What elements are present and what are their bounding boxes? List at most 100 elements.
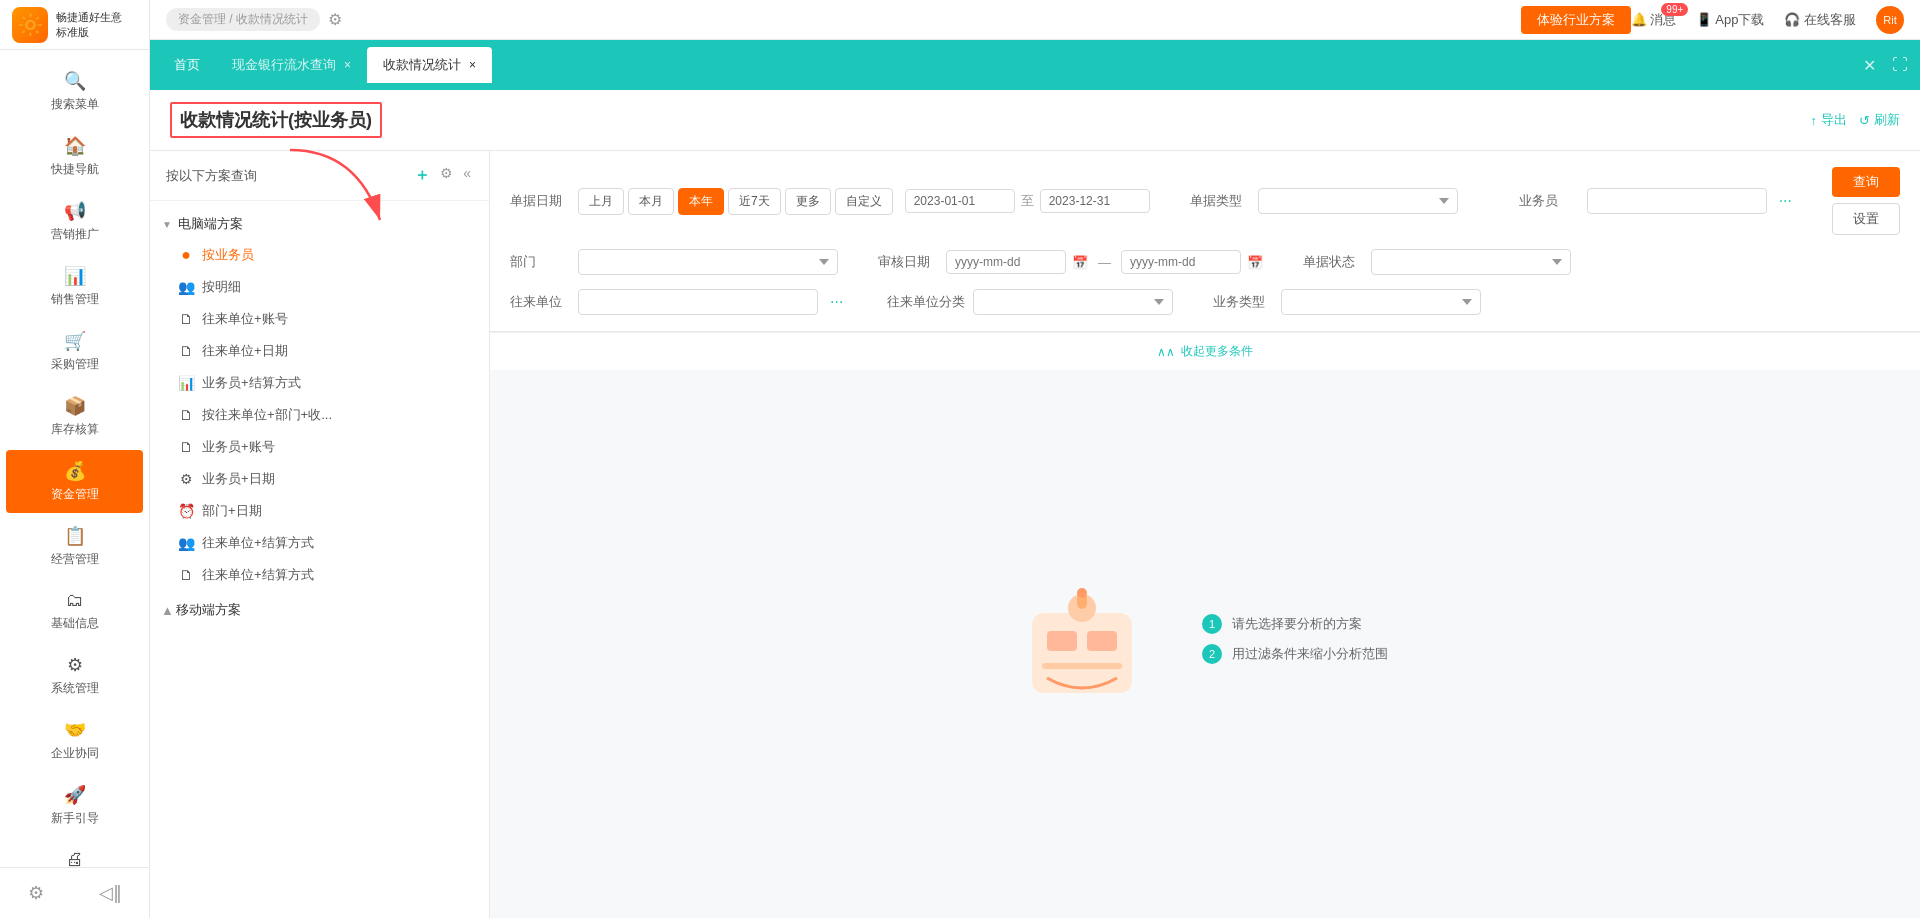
- export-icon: ↑: [1811, 113, 1818, 128]
- scheme-item-by-detail[interactable]: 👥 按明细: [150, 271, 489, 303]
- tab-bank[interactable]: 现金银行流水查询 ×: [216, 47, 367, 83]
- app-download-link[interactable]: 📱 App下载: [1696, 11, 1764, 29]
- staff-more-icon[interactable]: ···: [1779, 192, 1792, 210]
- svg-rect-0: [1032, 613, 1132, 693]
- basic-icon: 🗂: [66, 590, 84, 611]
- messages-button[interactable]: 🔔 消息 99+: [1631, 11, 1677, 29]
- query-button[interactable]: 查询: [1832, 167, 1900, 197]
- mobile-group-header[interactable]: ▶ 移动端方案: [150, 595, 489, 625]
- sidebar-item-guide[interactable]: 🚀 新手引导: [6, 774, 143, 837]
- audit-to-calendar-icon[interactable]: 📅: [1247, 255, 1263, 270]
- partner-category-select[interactable]: [973, 289, 1173, 315]
- tab-home[interactable]: 首页: [158, 47, 216, 83]
- sidebar-item-enterprise[interactable]: 🤝 企业协同: [6, 709, 143, 772]
- empty-bot-icon: [1022, 583, 1142, 703]
- date-this-month[interactable]: 本月: [628, 188, 674, 215]
- capital-icon: 💰: [64, 460, 86, 482]
- sales-icon: 📊: [64, 265, 86, 287]
- guide-icon: 🚀: [64, 784, 86, 806]
- window-maximize-icon[interactable]: ⛶: [1888, 52, 1912, 78]
- audit-from-input[interactable]: [946, 250, 1066, 274]
- filter-row-1: 单据日期 上月 本月 本年 近7天 更多 自定义 至: [510, 167, 1900, 235]
- scheme-item-label: 往来单位+日期: [202, 342, 288, 360]
- partner-settlement2-icon: 🗋: [178, 567, 194, 583]
- group-arrow-icon: ▼: [162, 219, 172, 230]
- voucher-type-select[interactable]: [1258, 188, 1458, 214]
- sidebar-item-purchase[interactable]: 🛒 采购管理: [6, 320, 143, 383]
- desktop-group-label: 电脑端方案: [178, 215, 243, 233]
- tab-receipt-close[interactable]: ×: [469, 58, 476, 72]
- settings-button[interactable]: 设置: [1832, 203, 1900, 235]
- date-last-month[interactable]: 上月: [578, 188, 624, 215]
- sidebar-item-ops[interactable]: 📋 经营管理: [6, 515, 143, 578]
- collapse-up-icon: ∧∧: [1157, 345, 1175, 359]
- date-this-year[interactable]: 本年: [678, 188, 724, 215]
- sidebar-item-sales[interactable]: 📊 销售管理: [6, 255, 143, 318]
- page-gear-icon[interactable]: ⚙: [328, 10, 342, 29]
- tab-bank-close[interactable]: ×: [344, 58, 351, 72]
- mobile-arrow-icon: ▶: [161, 606, 172, 614]
- panel-collapse-icon[interactable]: «: [461, 163, 473, 188]
- sidebar-item-system[interactable]: ⚙ 系统管理: [6, 644, 143, 707]
- sidebar-item-marketing[interactable]: 📢 营销推广: [6, 190, 143, 253]
- window-close-icon[interactable]: ✕: [1859, 52, 1880, 79]
- page-content: 收款情况统计(按业务员) ↑ 导出 ↺ 刷新 按以下方案查询 ＋: [150, 90, 1920, 918]
- add-scheme-button[interactable]: ＋: [412, 163, 432, 188]
- scheme-item-partner-dept[interactable]: 🗋 按往来单位+部门+收...: [150, 399, 489, 431]
- trial-button[interactable]: 体验行业方案: [1521, 6, 1631, 34]
- collapse-bar[interactable]: ∧∧ 收起更多条件: [490, 332, 1920, 370]
- page-title: 收款情况统计(按业务员): [170, 102, 382, 138]
- voucher-status-select[interactable]: [1371, 249, 1571, 275]
- scheme-item-dept-date[interactable]: ⏰ 部门+日期: [150, 495, 489, 527]
- audit-to-input[interactable]: [1121, 250, 1241, 274]
- date-7days[interactable]: 近7天: [728, 188, 781, 215]
- scheme-item-label: 业务员+账号: [202, 438, 275, 456]
- settings-bottom-icon[interactable]: ⚙: [22, 876, 50, 910]
- system-icon: ⚙: [67, 654, 83, 676]
- scheme-item-partner-date[interactable]: 🗋 往来单位+日期: [150, 335, 489, 367]
- sidebar-item-label: 销售管理: [51, 291, 99, 308]
- scheme-settings-icon[interactable]: ⚙: [438, 163, 455, 188]
- scheme-item-by-staff[interactable]: ● 按业务员: [150, 239, 489, 271]
- sidebar-item-quicknav[interactable]: 🏠 快捷导航: [6, 125, 143, 188]
- collapse-sidebar-icon[interactable]: ◁‖: [93, 876, 128, 910]
- tab-bar-right: ✕ ⛶: [1859, 52, 1912, 79]
- sidebar-item-inventory[interactable]: 📦 库存核算: [6, 385, 143, 448]
- tab-receipt[interactable]: 收款情况统计 ×: [367, 47, 492, 83]
- dept-select[interactable]: [578, 249, 838, 275]
- scheme-item-staff-settlement[interactable]: 📊 业务员+结算方式: [150, 367, 489, 399]
- user-avatar[interactable]: Rit: [1876, 6, 1904, 34]
- partner-more-icon[interactable]: ···: [830, 293, 843, 311]
- date-to-input[interactable]: [1040, 189, 1150, 213]
- export-button[interactable]: ↑ 导出: [1811, 111, 1848, 129]
- staff-account-icon: 🗋: [178, 439, 194, 455]
- partner-date-icon: 🗋: [178, 343, 194, 359]
- hint-num-2: 2: [1202, 644, 1222, 664]
- staff-filter-input[interactable]: [1587, 188, 1767, 214]
- sidebar-item-label: 资金管理: [51, 486, 99, 503]
- audit-from-calendar-icon[interactable]: 📅: [1072, 255, 1088, 270]
- sidebar-item-capital[interactable]: 💰 资金管理: [6, 450, 143, 513]
- scheme-item-staff-account[interactable]: 🗋 业务员+账号: [150, 431, 489, 463]
- sidebar-item-basic[interactable]: 🗂 基础信息: [6, 580, 143, 642]
- scheme-item-partner-account[interactable]: 🗋 往来单位+账号: [150, 303, 489, 335]
- sidebar-item-hardware[interactable]: 🖨 智能硬件: [6, 839, 143, 867]
- scheme-item-label: 按业务员: [202, 246, 254, 264]
- scheme-item-partner-settlement2[interactable]: 🗋 往来单位+结算方式: [150, 559, 489, 591]
- sidebar-item-search[interactable]: 🔍 搜索菜单: [6, 60, 143, 123]
- desktop-group-header[interactable]: ▼ 电脑端方案: [150, 209, 489, 239]
- refresh-button[interactable]: ↺ 刷新: [1859, 111, 1900, 129]
- date-custom[interactable]: 自定义: [835, 188, 893, 215]
- scheme-item-partner-settlement[interactable]: 👥 往来单位+结算方式: [150, 527, 489, 559]
- export-label: 导出: [1821, 111, 1847, 129]
- partner-input[interactable]: [578, 289, 818, 315]
- sidebar-item-label: 库存核算: [51, 421, 99, 438]
- online-service-link[interactable]: 🎧 在线客服: [1784, 11, 1856, 29]
- staff-settlement-icon: 📊: [178, 375, 194, 391]
- voucher-type-selector: [1258, 188, 1458, 214]
- biz-type-select[interactable]: [1281, 289, 1481, 315]
- detail-icon: 👥: [178, 279, 194, 295]
- scheme-item-staff-date[interactable]: ⚙ 业务员+日期: [150, 463, 489, 495]
- date-more[interactable]: 更多: [785, 188, 831, 215]
- date-from-input[interactable]: [905, 189, 1015, 213]
